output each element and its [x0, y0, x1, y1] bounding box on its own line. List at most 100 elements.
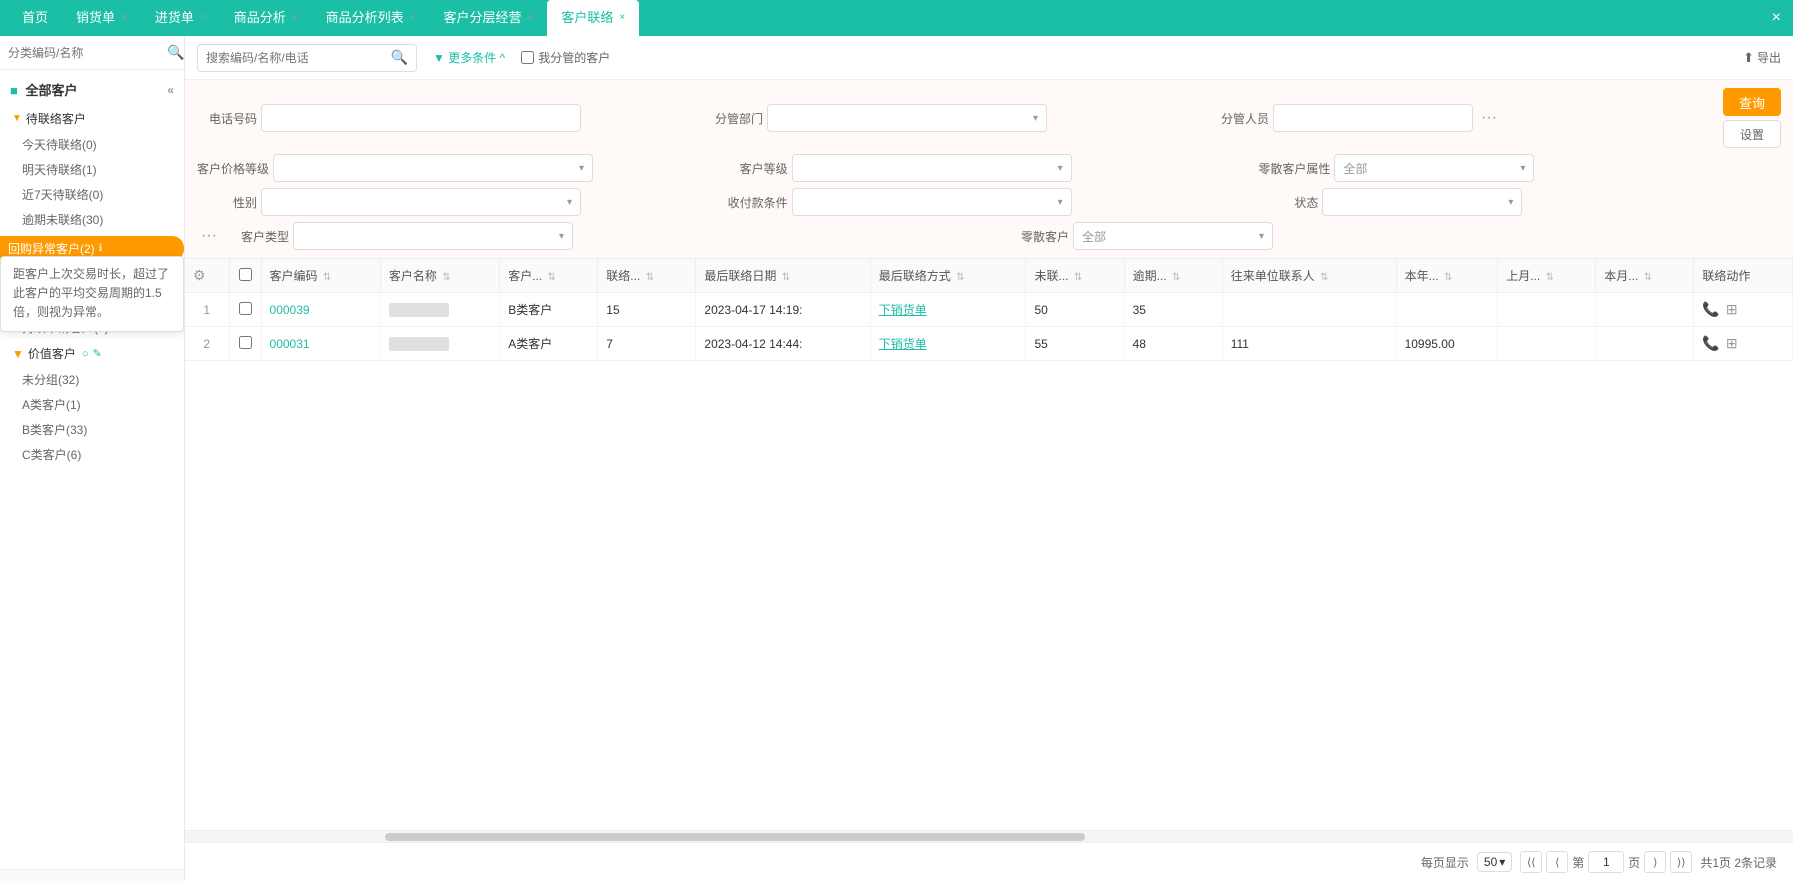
search-icon[interactable]: 🔍 [391, 49, 408, 66]
nav-home[interactable]: 首页 [8, 0, 62, 36]
retail-customer-select[interactable]: 全部 ▾ [1073, 222, 1273, 250]
row1-grid-icon[interactable]: ⊞ [1726, 301, 1738, 318]
waiting-group-title[interactable]: ▼ 待联络客户 [0, 105, 184, 132]
contact-person-sort-icon[interactable]: ⇅ [1320, 272, 1328, 283]
retail-attr-select[interactable]: 全部 ▾ [1334, 154, 1534, 182]
nav-product-analysis-close[interactable]: × [292, 0, 298, 36]
no-contact-col-header: 未联... ⇅ [1026, 259, 1124, 293]
nav-purchase-close[interactable]: × [200, 0, 206, 36]
payment-select[interactable]: ▾ [792, 188, 1072, 216]
sidebar-item-ungraded[interactable]: 未分组(32) [0, 367, 184, 392]
row1-last-contact-method[interactable]: 下销货单 [870, 293, 1026, 327]
sidebar-item-overdue[interactable]: 逾期未联络(30) [0, 207, 184, 232]
last-month-sort-icon[interactable]: ⇅ [1546, 272, 1554, 283]
sidebar-item-type-c[interactable]: C类客户(6) [0, 442, 184, 467]
price-grade-select[interactable]: ▾ [273, 154, 593, 182]
filter-row-3: 性别 ▾ 收付款条件 ▾ 状态 [197, 188, 1781, 216]
sidebar-item-type-a[interactable]: A类客户(1) [0, 392, 184, 417]
nav-purchase[interactable]: 进货单 × [141, 0, 220, 36]
customer-type-group: 客户类型 ▾ [229, 222, 1001, 250]
phone-input[interactable] [261, 104, 581, 132]
waiting-group-label: 待联络客户 [26, 110, 86, 127]
sidebar-item-today[interactable]: 今天待联络(0) [0, 132, 184, 157]
retail-customer-group: 零散客户 全部 ▾ [1009, 222, 1781, 250]
filter-actions: 查询 设置 [1723, 88, 1781, 148]
nav-customer-contact[interactable]: 客户联络 × [547, 0, 639, 36]
status-select[interactable]: ▾ [1322, 188, 1522, 216]
row2-checkbox[interactable] [239, 336, 252, 349]
type-sort-icon[interactable]: ⇅ [548, 272, 556, 283]
no-contact-sort-icon[interactable]: ⇅ [1074, 272, 1082, 283]
sidebar-scroll[interactable] [0, 870, 184, 881]
window-close-icon[interactable]: × [1772, 9, 1781, 27]
collapse-icon[interactable]: « [167, 83, 174, 97]
contact-sort-icon[interactable]: ⇅ [646, 272, 654, 283]
row1-action-icons: 📞 ⊞ [1702, 301, 1784, 318]
search-input[interactable] [206, 51, 391, 65]
nav-sales[interactable]: 销货单 × [62, 0, 141, 36]
code-sort-icon[interactable]: ⇅ [323, 272, 331, 283]
table-header: ⚙ 客户编码 ⇅ 客户名称 ⇅ [185, 259, 1793, 293]
prev-page-btn[interactable]: ⟨ [1546, 851, 1568, 873]
nav-sales-close[interactable]: × [121, 0, 127, 36]
sidebar-item-type-b[interactable]: B类客户(33) [0, 417, 184, 442]
sidebar-search-input[interactable] [8, 46, 163, 60]
sidebar-item-tomorrow[interactable]: 明天待联络(1) [0, 157, 184, 182]
horizontal-scrollbar[interactable] [185, 830, 1793, 842]
customer-grade-select[interactable]: ▾ [792, 154, 1072, 182]
this-month-sort-icon[interactable]: ⇅ [1644, 272, 1652, 283]
price-grade-group: 客户价格等级 ▾ [197, 154, 720, 182]
sidebar-search-icon[interactable]: 🔍 [167, 44, 184, 61]
per-page-select[interactable]: 50 ▾ [1477, 852, 1512, 872]
nav-product-list-close[interactable]: × [410, 0, 416, 36]
nav-product-analysis[interactable]: 商品分析 × [220, 0, 312, 36]
row1-checkbox[interactable] [239, 302, 252, 315]
page-number-input[interactable] [1588, 851, 1624, 873]
next-page-btn[interactable]: ⟩ [1644, 851, 1666, 873]
row1-code[interactable]: 000039 [261, 293, 380, 327]
row4-dots[interactable]: ··· [197, 227, 221, 245]
first-page-btn[interactable]: ⟨⟨ [1520, 851, 1542, 873]
main-layout: 🔍 ■ 全部客户 « ▼ 待联络客户 今天待联络(0) 明天待联络(1) [0, 36, 1793, 881]
this-year-col-header: 本年... ⇅ [1396, 259, 1498, 293]
overdue-sort-icon[interactable]: ⇅ [1172, 272, 1180, 283]
gender-select[interactable]: ▾ [261, 188, 581, 216]
pagination-bar: 每页显示 50 ▾ ⟨⟨ ⟨ 第 页 ⟩ ⟩⟩ [185, 842, 1793, 881]
customer-type-chevron-icon: ▾ [559, 231, 564, 242]
this-year-sort-icon[interactable]: ⇅ [1444, 272, 1452, 283]
filter-row-4: ··· 客户类型 ▾ 零散客户 全部 ▾ [197, 222, 1781, 250]
row1-phone-icon[interactable]: 📞 [1702, 301, 1719, 318]
last-contact-method-sort-icon[interactable]: ⇅ [956, 272, 964, 283]
row2-num: 2 [185, 327, 229, 361]
nav-product-list[interactable]: 商品分析列表 × [312, 0, 430, 36]
scroll-thumb[interactable] [385, 833, 1085, 841]
sidebar-item-7days[interactable]: 近7天待联络(0) [0, 182, 184, 207]
row2-action-icons: 📞 ⊞ [1702, 335, 1784, 352]
nav-customer-layered-close[interactable]: × [527, 0, 533, 36]
query-button[interactable]: 查询 [1723, 88, 1781, 116]
manager-dots[interactable]: ··· [1477, 109, 1501, 127]
customer-type-select[interactable]: ▾ [293, 222, 573, 250]
value-group-title[interactable]: ▼ 价值客户 ○ ✎ [0, 340, 184, 367]
more-conditions-btn[interactable]: ▼ 更多条件 ^ [425, 49, 513, 66]
my-customers-checkbox[interactable] [521, 51, 534, 64]
settings-button[interactable]: 设置 [1723, 120, 1781, 148]
dept-select[interactable]: ▾ [767, 104, 1047, 132]
all-customers-title[interactable]: ■ 全部客户 « [0, 74, 184, 105]
select-all-checkbox[interactable] [239, 268, 252, 281]
name-sort-icon[interactable]: ⇅ [442, 272, 450, 283]
last-page-btn[interactable]: ⟩⟩ [1670, 851, 1692, 873]
nav-customer-contact-close[interactable]: × [619, 0, 625, 36]
last-contact-date-sort-icon[interactable]: ⇅ [782, 272, 790, 283]
nav-customer-layered[interactable]: 客户分层经营 × [429, 0, 547, 36]
my-customers-checkbox-label[interactable]: 我分管的客户 [521, 49, 610, 66]
row2-code[interactable]: 000031 [261, 327, 380, 361]
value-add-icon[interactable]: ✎ [93, 347, 102, 360]
row2-last-contact-method[interactable]: 下销货单 [870, 327, 1026, 361]
manager-select[interactable] [1273, 104, 1473, 132]
export-btn[interactable]: ⬆ 导出 [1743, 49, 1781, 66]
row2-phone-icon[interactable]: 📞 [1702, 335, 1719, 352]
value-edit-icon[interactable]: ○ [82, 348, 89, 360]
table-settings-icon[interactable]: ⚙ [193, 267, 206, 283]
row2-grid-icon[interactable]: ⊞ [1726, 335, 1738, 352]
